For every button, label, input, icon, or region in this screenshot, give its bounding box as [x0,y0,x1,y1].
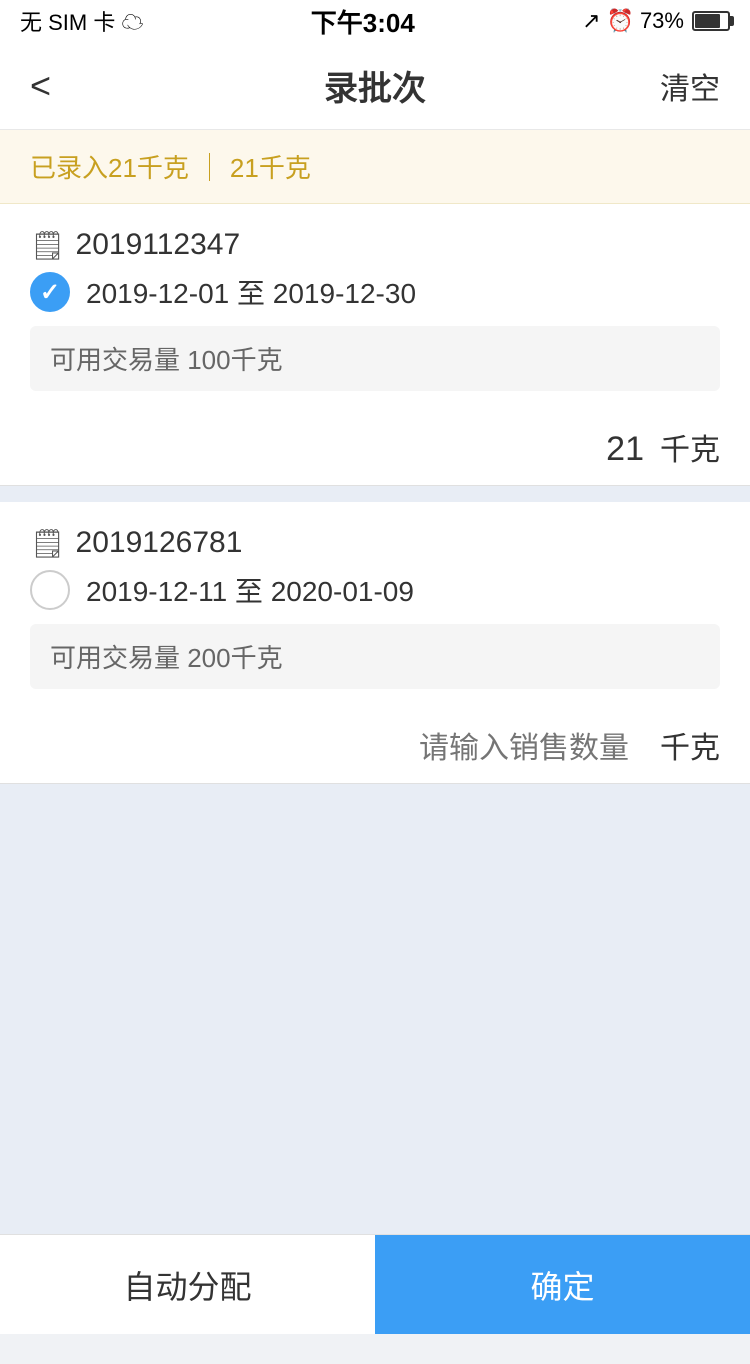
confirm-button[interactable]: 确定 [375,1235,750,1334]
bottom-bar: 自动分配 确定 [0,1234,750,1334]
status-bar: 无 SIM 卡 ☁ 下午3:04 ↗ ⏰ 73% [0,0,750,42]
available-qty-2: 可用交易量 200千克 [30,624,720,689]
batch-doc-icon-2: 🗒 [30,527,66,560]
alarm-icon: ⏰ [607,8,634,34]
batch-list: 🗒 2019112347 2019-12-01 至 2019-12-30 可用交… [0,204,750,486]
batch-header-2: 🗒 2019126781 [30,526,720,560]
nav-bar: < 录批次 清空 [0,42,750,130]
batch-row-1: 2019-12-01 至 2019-12-30 [30,272,720,312]
info-banner: 已录入21千克 21千克 [0,130,750,204]
status-time: 下午3:04 [311,3,415,40]
page-title: 录批次 [324,61,426,110]
qty-input-row-2: 千克 [0,707,750,784]
batch-date-2: 2019-12-11 至 2020-01-09 [86,570,414,610]
auto-distribute-button[interactable]: 自动分配 [0,1235,375,1334]
batch-item-2: 🗒 2019126781 2019-12-11 至 2020-01-09 可用交… [0,502,750,689]
recorded-label: 已录入21千克 [30,148,189,185]
info-value: 21千克 [230,148,311,185]
section-divider [0,486,750,502]
batch-item-1: 🗒 2019112347 2019-12-01 至 2019-12-30 可用交… [0,204,750,391]
batch-item-2-wrapper: 🗒 2019126781 2019-12-11 至 2020-01-09 可用交… [0,502,750,784]
batch-doc-icon-1: 🗒 [30,229,66,262]
qty-unit-1: 千克 [660,425,720,469]
qty-row-1: 21 千克 [0,409,750,486]
battery-percent: 73% [640,8,684,34]
info-divider [209,153,210,181]
qty-unit-2: 千克 [660,723,720,767]
status-right: ↗ ⏰ 73% [582,8,730,34]
clear-button[interactable]: 清空 [660,64,720,108]
batch-id-2: 2019126781 [76,526,243,560]
available-qty-1: 可用交易量 100千克 [30,326,720,391]
radio-select-1[interactable] [30,272,70,312]
battery-icon [692,11,730,31]
status-left: 无 SIM 卡 ☁ [20,5,143,37]
qty-value-1: 21 [606,430,644,469]
batch-id-1: 2019112347 [76,228,241,262]
qty-input-2[interactable] [30,732,644,766]
sim-status: 无 SIM 卡 ☁ [20,5,143,37]
location-icon: ↗ [582,8,600,34]
batch-row-2: 2019-12-11 至 2020-01-09 [30,570,720,610]
batch-header-1: 🗒 2019112347 [30,228,720,262]
batch-date-1: 2019-12-01 至 2019-12-30 [86,272,416,312]
empty-area [0,784,750,1264]
back-button[interactable]: < [30,65,90,107]
radio-select-2[interactable] [30,570,70,610]
